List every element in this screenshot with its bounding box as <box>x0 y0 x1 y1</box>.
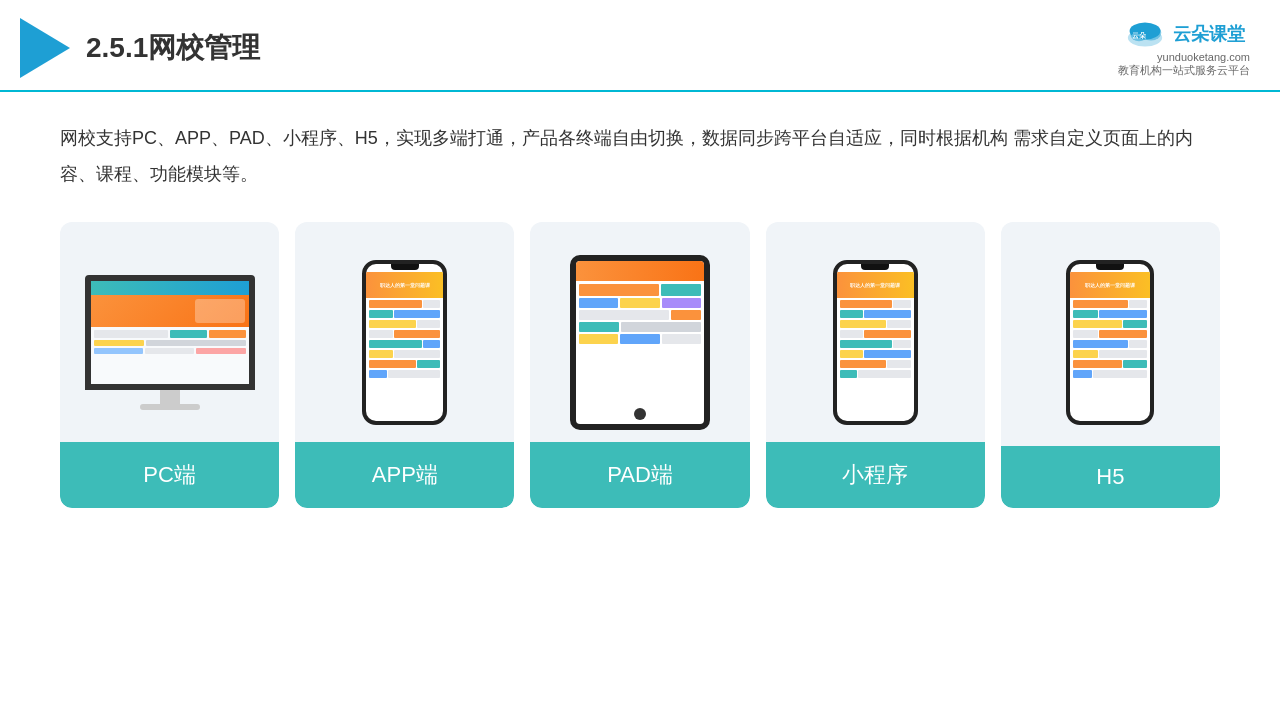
app-screen-header: 职达人的第一堂问题课 <box>366 272 443 298</box>
tablet-mockup <box>570 255 710 430</box>
h5-label: H5 <box>1001 446 1220 508</box>
cards-row: PC端 职达人的第一堂问题课 <box>60 222 1220 508</box>
mini-screen-header: 职达人的第一堂问题课 <box>837 272 914 298</box>
app-image-area: 职达人的第一堂问题课 <box>295 242 514 442</box>
h5-image-area: 职达人的第一堂问题课 <box>1001 242 1220 442</box>
pc-card: PC端 <box>60 222 279 508</box>
phone-screen-mini: 职达人的第一堂问题课 <box>837 264 914 421</box>
tablet-home-button <box>634 408 646 420</box>
phone-body-app: 职达人的第一堂问题课 <box>362 260 447 425</box>
logo-triangle-icon <box>20 18 70 78</box>
phone-screen-h5: 职达人的第一堂问题课 <box>1070 264 1150 421</box>
phone-notch-app <box>391 264 419 270</box>
screen-deco-mini: 职达人的第一堂问题课 <box>837 272 914 421</box>
app-card: 职达人的第一堂问题课 <box>295 222 514 508</box>
main-content: 网校支持PC、APP、PAD、小程序、H5，实现多端打通，产品各终端自由切换，数… <box>0 92 1280 508</box>
miniprogram-image-area: 职达人的第一堂问题课 <box>766 242 985 442</box>
pad-card: PAD端 <box>530 222 749 508</box>
phone-mockup-app: 职达人的第一堂问题课 <box>362 260 447 425</box>
header-left: 2.5.1网校管理 <box>20 18 260 78</box>
pad-label: PAD端 <box>530 442 749 508</box>
phone-notch-h5 <box>1096 264 1124 270</box>
monitor-screen <box>85 275 255 390</box>
h5-screen-body <box>1070 298 1150 382</box>
monitor-stand <box>160 390 180 404</box>
brand-subtitle: yunduoketang.com 教育机构一站式服务云平台 <box>1118 51 1250 78</box>
phone-notch-mini <box>861 264 889 270</box>
tablet-screen <box>576 261 704 424</box>
mini-screen-body <box>837 298 914 382</box>
miniprogram-label: 小程序 <box>766 442 985 508</box>
header-right: 云朵 云朵课堂 yunduoketang.com 教育机构一站式服务云平台 <box>1118 19 1250 78</box>
miniprogram-card: 职达人的第一堂问题课 <box>766 222 985 508</box>
pc-image-area <box>60 242 279 442</box>
phone-body-mini: 职达人的第一堂问题课 <box>833 260 918 425</box>
brand-name: 云朵课堂 <box>1173 22 1245 46</box>
page-header: 2.5.1网校管理 云朵 云朵课堂 yunduoketang.com 教育机构一… <box>0 0 1280 92</box>
phone-body-h5: 职达人的第一堂问题课 <box>1066 260 1154 425</box>
phone-mockup-h5: 职达人的第一堂问题课 <box>1066 260 1154 425</box>
page-title: 2.5.1网校管理 <box>86 29 260 67</box>
phone-mockup-mini: 职达人的第一堂问题课 <box>833 260 918 425</box>
screen-deco-h5: 职达人的第一堂问题课 <box>1070 272 1150 421</box>
h5-card: 职达人的第一堂问题课 <box>1001 222 1220 508</box>
app-screen-body <box>366 298 443 382</box>
tablet-body <box>570 255 710 430</box>
app-label: APP端 <box>295 442 514 508</box>
svg-text:云朵: 云朵 <box>1132 31 1147 38</box>
description-text: 网校支持PC、APP、PAD、小程序、H5，实现多端打通，产品各终端自由切换，数… <box>60 120 1220 192</box>
screen-deco-app: 职达人的第一堂问题课 <box>366 272 443 421</box>
monitor-base <box>140 404 200 410</box>
cloud-logo: 云朵 云朵课堂 <box>1123 19 1245 49</box>
monitor-mockup <box>85 275 255 410</box>
phone-screen-app: 职达人的第一堂问题课 <box>366 264 443 421</box>
pad-image-area <box>530 242 749 442</box>
cloud-icon: 云朵 <box>1123 19 1167 49</box>
h5-screen-header: 职达人的第一堂问题课 <box>1070 272 1150 298</box>
pc-label: PC端 <box>60 442 279 508</box>
